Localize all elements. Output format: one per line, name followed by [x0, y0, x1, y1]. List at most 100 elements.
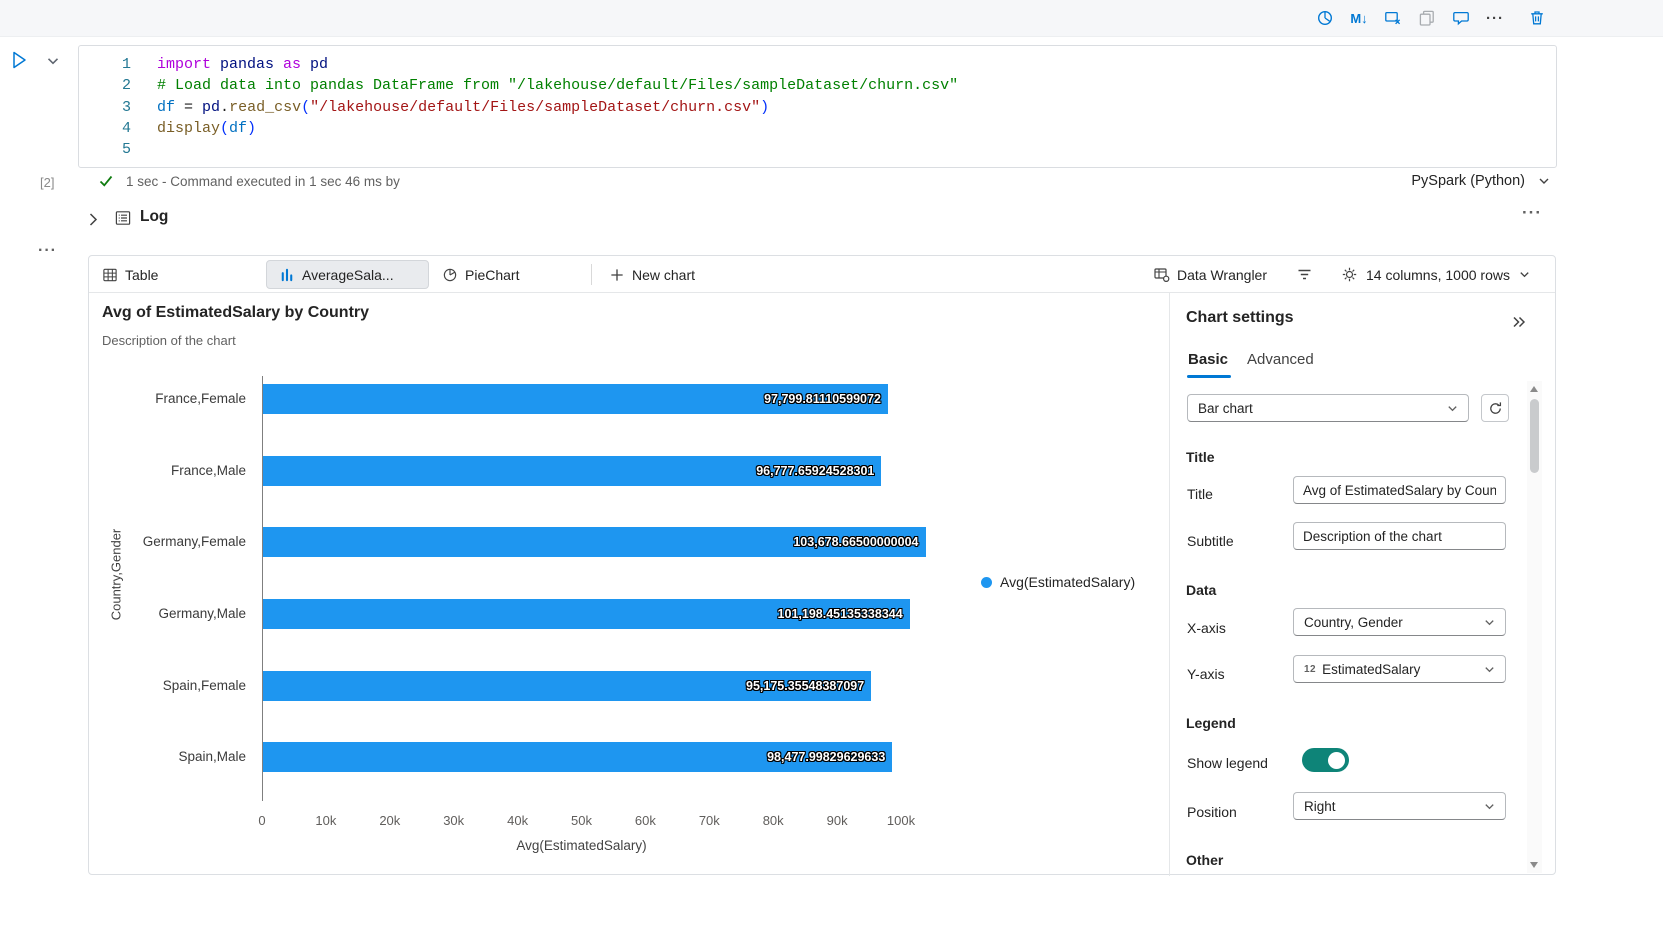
- x-tick-label: 40k: [507, 813, 529, 828]
- x-tick-label: 20k: [379, 813, 401, 828]
- tab-basic[interactable]: Basic: [1188, 351, 1228, 368]
- x-tick-label: 100k: [886, 813, 916, 828]
- bar-value-label: 97,799.81110599072: [764, 392, 881, 406]
- tab-label: Table: [125, 266, 159, 283]
- data-wrangler-button[interactable]: Data Wrangler: [1153, 256, 1267, 293]
- x-tick-label: 80k: [762, 813, 784, 828]
- section-data: Data: [1186, 582, 1217, 598]
- x-tick-label: 90k: [826, 813, 848, 828]
- pie-chart-icon: [441, 266, 458, 283]
- bar-value-label: 96,777.65924528301: [756, 463, 875, 478]
- tab-table[interactable]: Table: [101, 256, 158, 293]
- chart-area: Avg of EstimatedSalary by Country Descri…: [89, 293, 1169, 876]
- results-tab-bar: Table AverageSala... PieChart New chart: [89, 256, 1555, 293]
- expand-log-chevron[interactable]: [85, 211, 101, 227]
- chevron-down-icon: [1537, 174, 1551, 188]
- chart-subtitle: Description of the chart: [102, 333, 236, 348]
- y-axis-title: Country,Gender: [108, 528, 124, 621]
- cell-more-options[interactable]: ···: [38, 242, 57, 260]
- position-field-label: Position: [1187, 804, 1237, 820]
- tab-pie-chart[interactable]: PieChart: [441, 256, 519, 293]
- scroll-down-arrow[interactable]: [1530, 862, 1538, 868]
- new-chart-button[interactable]: New chart: [608, 256, 695, 293]
- chart-bar[interactable]: 98,477.99829629633: [263, 742, 893, 773]
- chart-title: Avg of EstimatedSalary by Country: [102, 304, 370, 321]
- category-label: Spain,Female: [162, 677, 246, 693]
- plus-icon: [608, 266, 625, 283]
- category-label: Germany,Male: [158, 605, 246, 621]
- code-editor[interactable]: import pandas as pd # Load data into pand…: [157, 54, 958, 160]
- x-axis-title: Avg(EstimatedSalary): [516, 838, 647, 853]
- dataset-info-dropdown[interactable]: 14 columns, 1000 rows: [1341, 256, 1531, 293]
- xaxis-dropdown[interactable]: Country, Gender: [1293, 608, 1506, 636]
- tab-label: New chart: [632, 266, 696, 283]
- chart-bar[interactable]: 101,198.45135338344: [263, 598, 910, 629]
- tab-label: Data Wrangler: [1177, 266, 1268, 283]
- delete-cell-icon[interactable]: [1527, 8, 1547, 28]
- tab-divider: [591, 264, 592, 285]
- run-cell-button[interactable]: [8, 49, 30, 71]
- clear-outputs-icon[interactable]: [1383, 8, 1403, 28]
- xaxis-value: Country, Gender: [1304, 614, 1403, 630]
- active-tab-underline: [1187, 375, 1231, 378]
- subtitle-input[interactable]: [1293, 522, 1506, 550]
- table-icon: [101, 266, 118, 283]
- x-tick-label: 50k: [571, 813, 592, 828]
- collapse-panel-icon[interactable]: [1509, 312, 1529, 332]
- filter-icon[interactable]: [1296, 266, 1313, 283]
- title-field-label: Title: [1187, 486, 1213, 502]
- position-value: Right: [1304, 798, 1336, 814]
- more-options-icon[interactable]: ···: [1485, 8, 1505, 28]
- bar-chart-icon: [278, 266, 295, 283]
- kernel-selector[interactable]: PySpark (Python): [1411, 173, 1551, 189]
- show-legend-toggle[interactable]: [1302, 748, 1349, 772]
- yaxis-dropdown[interactable]: 12 EstimatedSalary: [1293, 655, 1506, 683]
- title-input[interactable]: [1293, 476, 1506, 504]
- change-chart-type-icon[interactable]: [1481, 394, 1509, 422]
- chevron-down-icon: [1483, 616, 1496, 629]
- line-numbers: 12345: [121, 56, 131, 158]
- chart-bar[interactable]: 97,799.81110599072: [263, 384, 888, 414]
- bar-value-label: 98,477.99829629633: [767, 750, 886, 765]
- log-more-options[interactable]: ···: [1522, 203, 1542, 223]
- bar-value-label: 95,175.35548387097: [746, 678, 865, 693]
- chevron-down-icon: [1446, 402, 1459, 415]
- bar-value-label: 103,678.66500000004: [793, 535, 919, 550]
- category-label: Germany,Female: [142, 534, 246, 550]
- scroll-up-arrow[interactable]: [1530, 386, 1538, 392]
- duplicate-cell-icon[interactable]: [1417, 8, 1437, 28]
- scroll-thumb[interactable]: [1530, 399, 1539, 473]
- chart-bar[interactable]: 95,175.35548387097: [263, 670, 872, 701]
- section-title: Title: [1186, 449, 1215, 465]
- settings-scrollbar[interactable]: [1527, 381, 1542, 873]
- chart-bar[interactable]: 103,678.66500000004: [263, 527, 926, 558]
- section-legend: Legend: [1186, 715, 1236, 731]
- tab-average-salary-chart[interactable]: AverageSala...: [266, 260, 429, 289]
- chart-type-dropdown[interactable]: Bar chart: [1187, 394, 1469, 422]
- position-dropdown[interactable]: Right: [1293, 792, 1506, 820]
- execution-count: [2]: [40, 175, 55, 190]
- legend-marker: [981, 576, 992, 588]
- code-cell[interactable]: 12345 import pandas as pd # Load data int…: [78, 45, 1557, 168]
- results-panel: Table AverageSala... PieChart New chart: [88, 255, 1556, 876]
- visual-icon[interactable]: [1315, 8, 1335, 28]
- category-label: Spain,Male: [178, 749, 246, 765]
- chart-legend: Avg(EstimatedSalary): [981, 574, 1135, 590]
- yaxis-value: EstimatedSalary: [1322, 661, 1421, 677]
- subtitle-field-label: Subtitle: [1187, 533, 1234, 549]
- yaxis-field-label: Y-axis: [1187, 666, 1225, 682]
- chevron-down-icon: [1483, 800, 1496, 813]
- numeric-field-icon: 12: [1304, 663, 1317, 675]
- category-label: France,Male: [170, 462, 246, 478]
- fabric-notebook: M↓ ··· 12345 import pandas as pd # Load d…: [0, 0, 1663, 939]
- chart-bar[interactable]: 96,777.65924528301: [263, 455, 882, 486]
- x-tick-label: 0: [258, 813, 266, 828]
- tab-advanced[interactable]: Advanced: [1247, 351, 1314, 368]
- xaxis-field-label: X-axis: [1187, 620, 1226, 636]
- kernel-label: PySpark (Python): [1411, 173, 1525, 189]
- comment-icon[interactable]: [1451, 8, 1471, 28]
- log-section-label: Log: [140, 208, 169, 225]
- dataset-info-label: 14 columns, 1000 rows: [1366, 266, 1510, 283]
- collapse-cell-chevron[interactable]: [44, 52, 62, 70]
- markdown-icon[interactable]: M↓: [1349, 8, 1369, 28]
